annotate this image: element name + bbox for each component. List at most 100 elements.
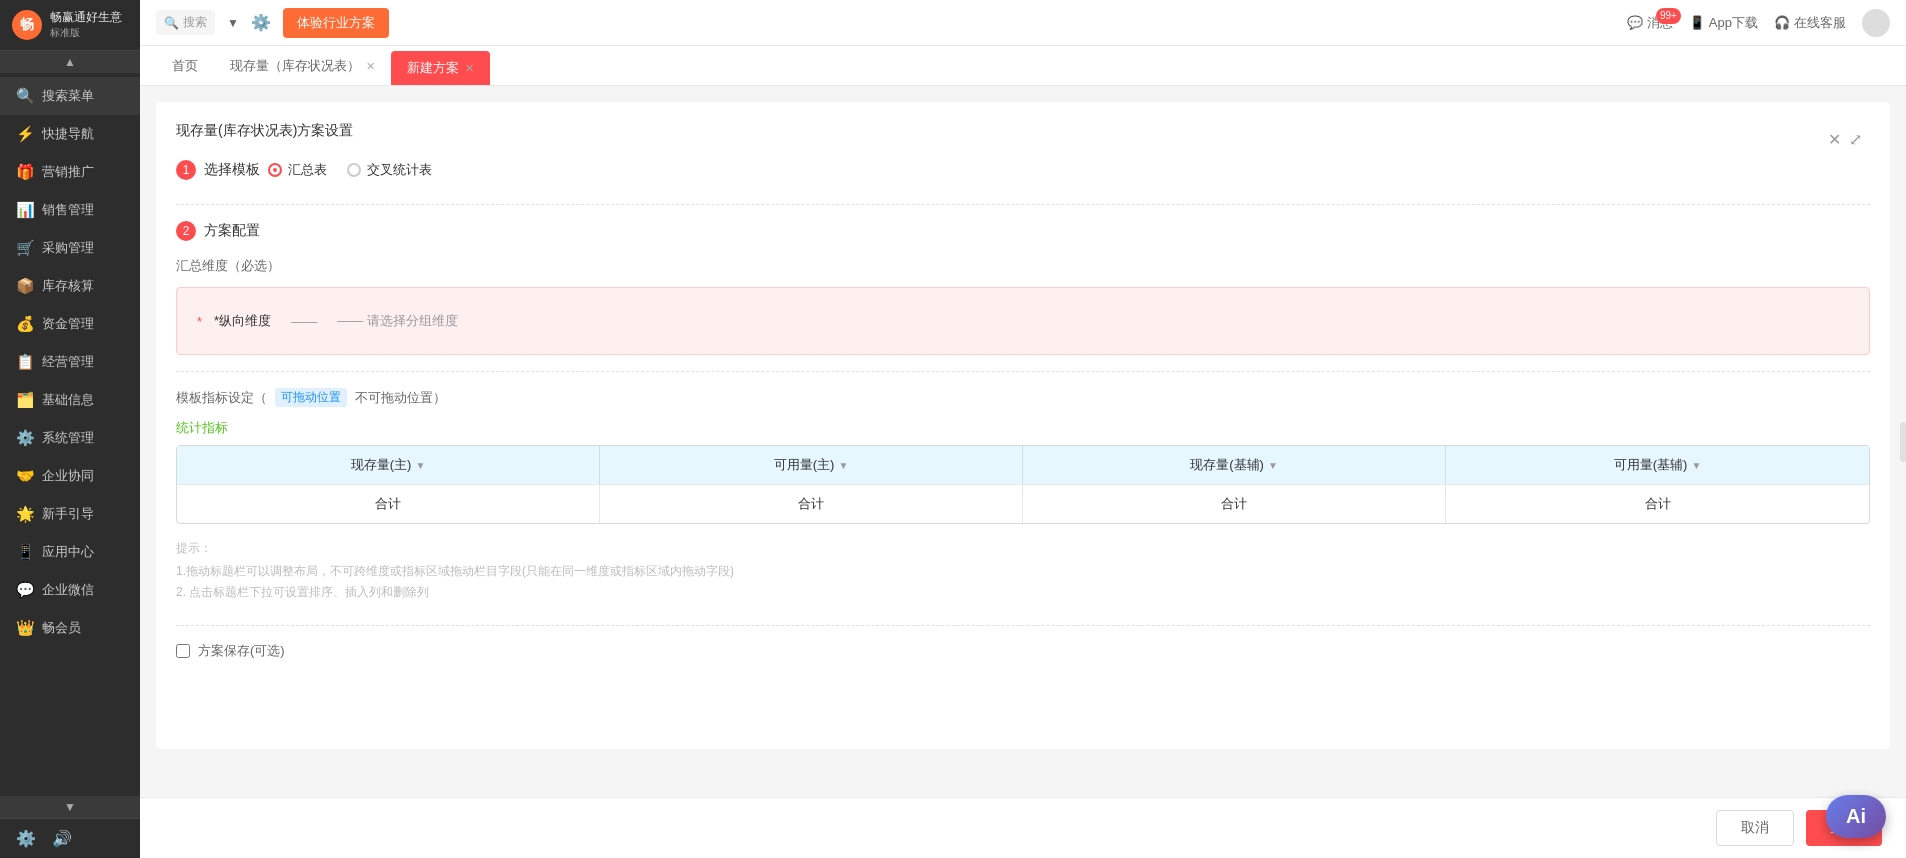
inventory-icon: 📦 bbox=[16, 277, 34, 295]
sidebar: 畅 畅赢通好生意 标准版 ▲ 🔍 搜索菜单 ⚡ 快捷导航 🎁 营销推广 📊 销售… bbox=[0, 0, 140, 858]
sidebar-item-quick-nav[interactable]: ⚡ 快捷导航 bbox=[0, 115, 140, 153]
sales-icon: 📊 bbox=[16, 201, 34, 219]
sidebar-item-marketing[interactable]: 🎁 营销推广 bbox=[0, 153, 140, 191]
template-config-text: 模板指标设定（ bbox=[176, 389, 267, 407]
stats-table-header: 现存量(主) ▼ 可用量(主) ▼ 现存量(基辅) ▼ bbox=[177, 446, 1869, 484]
vertical-dimension-area[interactable]: * *纵向维度 —— —— 请选择分组维度 bbox=[176, 287, 1870, 355]
tip-item-0: 1.拖动标题栏可以调整布局，不可跨维度或指标区域拖动栏目字段(只能在同一维度或指… bbox=[176, 563, 1870, 580]
dropdown-chevron-icon: ▼ bbox=[227, 16, 239, 30]
tab-inventory-label: 现存量（库存状况表） bbox=[230, 57, 360, 75]
finance-icon: 💰 bbox=[16, 315, 34, 333]
app-download-label: App下载 bbox=[1709, 14, 1758, 32]
sidebar-item-app-center[interactable]: 📱 应用中心 bbox=[0, 533, 140, 571]
download-icon: 📱 bbox=[1689, 15, 1705, 30]
user-avatar[interactable] bbox=[1862, 9, 1890, 37]
online-support-label: 在线客服 bbox=[1794, 14, 1846, 32]
sidebar-item-label: 经营管理 bbox=[42, 353, 94, 371]
settings-panel: 现存量(库存状况表)方案设置 ✕ ⤢ 1 选择模板 汇总表 bbox=[156, 102, 1890, 749]
stats-title: 统计指标 bbox=[176, 419, 1870, 437]
sidebar-item-label: 新手引导 bbox=[42, 505, 94, 523]
stats-cell-2: 合计 bbox=[1023, 485, 1446, 523]
sidebar-item-wechat[interactable]: 💬 企业微信 bbox=[0, 571, 140, 609]
col-header-1[interactable]: 可用量(主) ▼ bbox=[600, 446, 1023, 484]
save-checkbox[interactable] bbox=[176, 644, 190, 658]
template-radio-group: 汇总表 交叉统计表 bbox=[268, 161, 432, 179]
step2-title: 方案配置 bbox=[204, 222, 260, 240]
operation-icon: 📋 bbox=[16, 353, 34, 371]
topbar-dropdown[interactable]: ▼ bbox=[227, 16, 239, 30]
sidebar-scroll-up[interactable]: ▲ bbox=[0, 51, 140, 73]
section-divider-2 bbox=[176, 371, 1870, 372]
sidebar-item-purchase[interactable]: 🛒 采购管理 bbox=[0, 229, 140, 267]
quick-nav-icon: ⚡ bbox=[16, 125, 34, 143]
tab-home[interactable]: 首页 bbox=[156, 49, 214, 85]
tips-section: 提示： 1.拖动标题栏可以调整布局，不可跨维度或指标区域拖动栏目字段(只能在同一… bbox=[176, 540, 1870, 601]
col-label-2: 现存量(基辅) bbox=[1190, 456, 1264, 474]
gear-icon[interactable]: ⚙️ bbox=[251, 13, 271, 32]
col-header-0[interactable]: 现存量(主) ▼ bbox=[177, 446, 600, 484]
sidebar-item-inventory[interactable]: 📦 库存核算 bbox=[0, 267, 140, 305]
sidebar-item-label: 库存核算 bbox=[42, 277, 94, 295]
tab-new-scheme[interactable]: 新建方案 ✕ bbox=[391, 51, 490, 85]
sidebar-scroll-down[interactable]: ▼ bbox=[0, 796, 140, 818]
search-icon: 🔍 bbox=[164, 16, 179, 30]
col-header-3[interactable]: 可用量(基辅) ▼ bbox=[1446, 446, 1869, 484]
resize-handle[interactable] bbox=[1900, 422, 1906, 462]
settings-icon[interactable]: ⚙️ bbox=[16, 829, 36, 848]
sidebar-footer: ⚙️ 🔊 bbox=[0, 818, 140, 858]
no-drag-text: 不可拖动位置） bbox=[355, 389, 446, 407]
radio-summary-circle bbox=[268, 163, 282, 177]
tab-inventory-close-icon[interactable]: ✕ bbox=[366, 60, 375, 73]
cta-button[interactable]: 体验行业方案 bbox=[283, 8, 389, 38]
required-star: * bbox=[197, 314, 202, 329]
radio-summary[interactable]: 汇总表 bbox=[268, 161, 327, 179]
sidebar-item-label: 采购管理 bbox=[42, 239, 94, 257]
sidebar-item-enterprise[interactable]: 🤝 企业协同 bbox=[0, 457, 140, 495]
radio-cross[interactable]: 交叉统计表 bbox=[347, 161, 432, 179]
main-area: 🔍 搜索 ▼ ⚙️ 体验行业方案 💬 消息 99+ 📱 App下载 🎧 在线客服 bbox=[140, 0, 1906, 858]
messages-badge: 99+ bbox=[1656, 8, 1681, 24]
sidebar-item-finance[interactable]: 💰 资金管理 bbox=[0, 305, 140, 343]
save-option: 方案保存(可选) bbox=[176, 642, 1870, 660]
dash-separator: —— bbox=[291, 314, 317, 329]
new-guide-icon: 🌟 bbox=[16, 505, 34, 523]
save-option-label: 方案保存(可选) bbox=[198, 642, 285, 660]
cancel-button[interactable]: 取消 bbox=[1716, 810, 1794, 846]
message-icon: 💬 bbox=[1627, 15, 1643, 30]
close-panel-icon[interactable]: ✕ bbox=[1828, 130, 1841, 149]
sound-icon[interactable]: 🔊 bbox=[52, 829, 72, 848]
online-support-button[interactable]: 🎧 在线客服 bbox=[1774, 14, 1846, 32]
sidebar-item-sales[interactable]: 📊 销售管理 bbox=[0, 191, 140, 229]
dimension-placeholder: —— 请选择分组维度 bbox=[337, 312, 458, 330]
sidebar-item-system[interactable]: ⚙️ 系统管理 bbox=[0, 419, 140, 457]
messages-button[interactable]: 💬 消息 99+ bbox=[1627, 14, 1673, 32]
sidebar-item-member[interactable]: 👑 畅会员 bbox=[0, 609, 140, 647]
enterprise-icon: 🤝 bbox=[16, 467, 34, 485]
topbar: 🔍 搜索 ▼ ⚙️ 体验行业方案 💬 消息 99+ 📱 App下载 🎧 在线客服 bbox=[140, 0, 1906, 46]
tab-inventory-status[interactable]: 现存量（库存状况表） ✕ bbox=[214, 49, 391, 85]
sidebar-item-label: 销售管理 bbox=[42, 201, 94, 219]
radio-cross-circle bbox=[347, 163, 361, 177]
topbar-search[interactable]: 🔍 搜索 bbox=[156, 10, 215, 35]
step1-section: 1 选择模板 汇总表 交叉统计表 bbox=[176, 160, 1870, 180]
sidebar-item-search-menu[interactable]: 🔍 搜索菜单 bbox=[0, 77, 140, 115]
expand-panel-icon[interactable]: ⤢ bbox=[1849, 130, 1862, 149]
sidebar-item-operation[interactable]: 📋 经营管理 bbox=[0, 343, 140, 381]
tab-new-close-icon[interactable]: ✕ bbox=[465, 62, 474, 75]
sidebar-item-basic-info[interactable]: 🗂️ 基础信息 bbox=[0, 381, 140, 419]
col-label-3: 可用量(基辅) bbox=[1614, 456, 1688, 474]
bottom-bar: 取消 查询 bbox=[140, 797, 1906, 858]
col-chevron-1: ▼ bbox=[838, 460, 848, 471]
ai-bubble[interactable]: Ai bbox=[1826, 795, 1886, 838]
tabbar: 首页 现存量（库存状况表） ✕ 新建方案 ✕ bbox=[140, 46, 1906, 86]
panel-controls: ✕ ⤢ bbox=[1828, 130, 1862, 149]
purchase-icon: 🛒 bbox=[16, 239, 34, 257]
app-download-button[interactable]: 📱 App下载 bbox=[1689, 14, 1758, 32]
col-header-2[interactable]: 现存量(基辅) ▼ bbox=[1023, 446, 1446, 484]
col-label-0: 现存量(主) bbox=[351, 456, 412, 474]
summary-dimension-label: 汇总维度（必选） bbox=[176, 257, 1870, 275]
tip-text-1: 2. 点击标题栏下拉可设置排序、插入列和删除列 bbox=[176, 584, 429, 601]
drag-badge: 可拖动位置 bbox=[275, 388, 347, 407]
sidebar-item-new-guide[interactable]: 🌟 新手引导 bbox=[0, 495, 140, 533]
tips-title: 提示： bbox=[176, 540, 1870, 557]
